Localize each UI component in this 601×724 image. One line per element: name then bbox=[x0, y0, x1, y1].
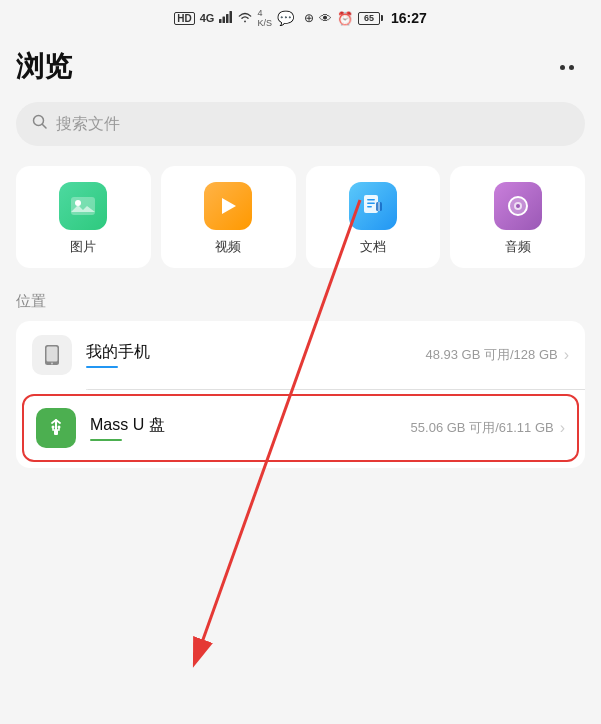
wifi-icon bbox=[238, 11, 252, 25]
network-4g-icon: 4G bbox=[200, 12, 215, 24]
usb-chevron: › bbox=[560, 419, 565, 437]
search-placeholder: 搜索文件 bbox=[56, 114, 120, 135]
svg-rect-2 bbox=[226, 14, 229, 23]
category-audio[interactable]: 音频 bbox=[450, 166, 585, 268]
svg-line-5 bbox=[43, 125, 47, 129]
svg-rect-6 bbox=[71, 197, 95, 215]
docs-label: 文档 bbox=[360, 238, 386, 256]
highlight-wrapper: Mass U 盘 55.06 GB 可用/61.11 GB › bbox=[22, 394, 579, 462]
photos-icon bbox=[59, 182, 107, 230]
svg-rect-0 bbox=[219, 19, 222, 23]
usb-info: Mass U 盘 bbox=[90, 415, 411, 441]
category-videos[interactable]: 视频 bbox=[161, 166, 296, 268]
status-bar: HD 4G 4K/S 💬 ⊕ 👁 ⏰ 65 16:27 bbox=[0, 0, 601, 36]
header: 浏览 bbox=[16, 36, 585, 102]
svg-rect-3 bbox=[230, 11, 233, 23]
phone-underline bbox=[86, 366, 118, 368]
phone-info: 我的手机 bbox=[86, 342, 425, 368]
page-title: 浏览 bbox=[16, 48, 72, 86]
status-time: 16:27 bbox=[391, 10, 427, 26]
svg-point-17 bbox=[516, 204, 520, 208]
hd-icon: HD bbox=[174, 12, 194, 25]
alarm-icon: ⏰ bbox=[337, 11, 353, 26]
videos-label: 视频 bbox=[215, 238, 241, 256]
main-content: 浏览 搜索文件 图片 视频 bbox=[0, 36, 601, 468]
videos-icon bbox=[204, 182, 252, 230]
section-title-locations: 位置 bbox=[16, 292, 585, 311]
svg-rect-11 bbox=[367, 203, 375, 205]
usb-icon-wrap bbox=[36, 408, 76, 448]
signal-icon bbox=[219, 11, 233, 25]
status-icons: HD 4G 4K/S 💬 ⊕ 👁 ⏰ 65 16:27 bbox=[174, 8, 426, 28]
svg-rect-23 bbox=[54, 430, 58, 435]
search-bar[interactable]: 搜索文件 bbox=[16, 102, 585, 146]
dot1 bbox=[560, 65, 565, 70]
phone-icon-wrap bbox=[32, 335, 72, 375]
location-phone[interactable]: 我的手机 48.93 GB 可用/128 GB › bbox=[16, 321, 585, 389]
wechat-icon: 💬 bbox=[277, 10, 294, 26]
category-photos[interactable]: 图片 bbox=[16, 166, 151, 268]
phone-chevron: › bbox=[564, 346, 569, 364]
usb-name: Mass U 盘 bbox=[90, 415, 411, 436]
location-usb[interactable]: Mass U 盘 55.06 GB 可用/61.11 GB › bbox=[24, 396, 577, 460]
extra-icon1: ⊕ bbox=[304, 11, 314, 25]
category-docs[interactable]: 文档 bbox=[306, 166, 441, 268]
docs-icon bbox=[349, 182, 397, 230]
more-button[interactable] bbox=[549, 49, 585, 85]
usb-storage: 55.06 GB 可用/61.11 GB bbox=[411, 419, 554, 437]
locations-list: 我的手机 48.93 GB 可用/128 GB › Mass U 盘 55.06… bbox=[16, 321, 585, 468]
usb-underline bbox=[90, 439, 122, 441]
audio-label: 音频 bbox=[505, 238, 531, 256]
search-icon bbox=[32, 114, 48, 134]
phone-storage: 48.93 GB 可用/128 GB bbox=[425, 346, 557, 364]
svg-rect-1 bbox=[223, 17, 226, 24]
eye-icon: 👁 bbox=[319, 11, 332, 26]
divider bbox=[86, 389, 585, 390]
categories-grid: 图片 视频 文档 音频 bbox=[16, 166, 585, 268]
svg-marker-8 bbox=[222, 198, 236, 214]
svg-rect-12 bbox=[367, 206, 372, 208]
photos-label: 图片 bbox=[70, 238, 96, 256]
network-speed-icon: 4K/S bbox=[257, 8, 272, 28]
dot2 bbox=[569, 65, 574, 70]
battery-icon: 65 bbox=[358, 12, 380, 25]
phone-name: 我的手机 bbox=[86, 342, 425, 363]
svg-point-20 bbox=[51, 363, 53, 365]
audio-icon bbox=[494, 182, 542, 230]
svg-rect-10 bbox=[367, 199, 375, 201]
svg-rect-19 bbox=[47, 347, 58, 362]
